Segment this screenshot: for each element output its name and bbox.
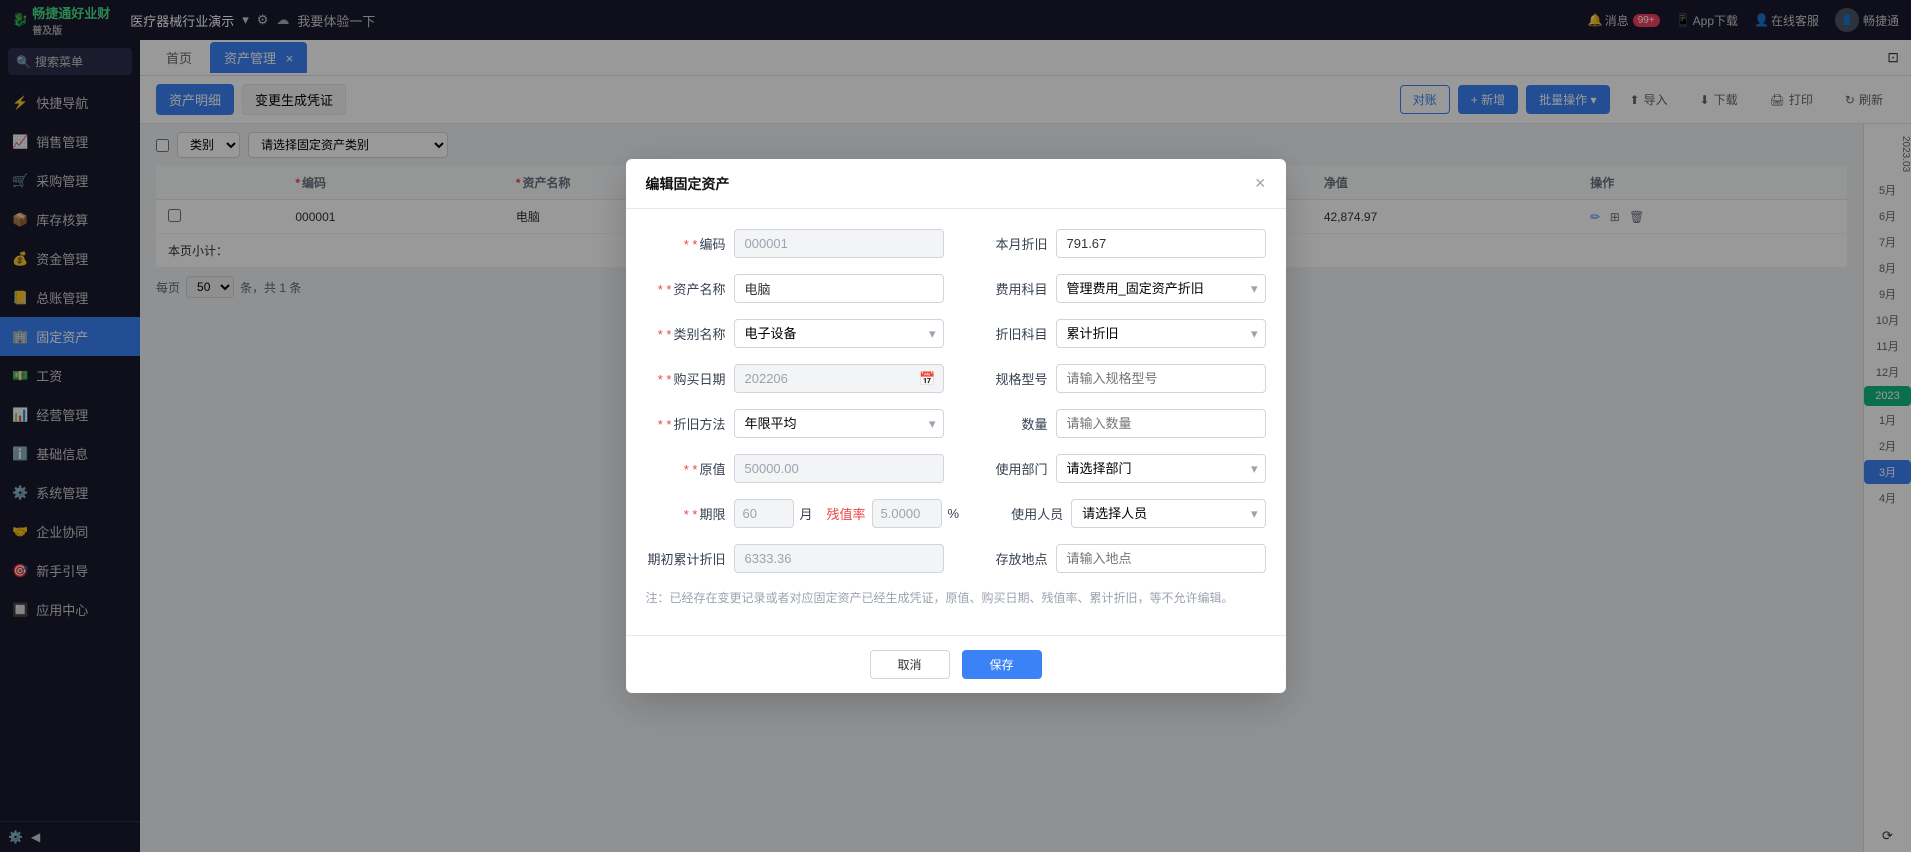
modal-overlay: 编辑固定资产 × *编码 document.querySelector('[da… — [0, 0, 1911, 852]
form-group-period: *期限 月 残值率 % — [646, 499, 960, 528]
location-label: 存放地点 — [968, 549, 1048, 568]
person-wrap: 请选择人员 — [1071, 499, 1265, 528]
asset-name-label: *资产名称 — [646, 279, 726, 298]
category-select[interactable]: 电子设备 — [734, 319, 944, 348]
save-button[interactable]: 保存 — [962, 650, 1042, 679]
form-group-original-value: *原值 — [646, 454, 944, 483]
department-label: 使用部门 — [968, 459, 1048, 478]
form-group-asset-name: *资产名称 — [646, 274, 944, 303]
form-row-3: *类别名称 电子设备 折旧科目 累计折旧 — [646, 319, 1266, 348]
purchase-date-wrap: 📅 — [734, 364, 944, 393]
purchase-date-input[interactable] — [734, 364, 944, 393]
purchase-date-label: *购买日期 — [646, 369, 726, 388]
form-group-person: 使用人员 请选择人员 — [983, 499, 1265, 528]
form-group-initial-depr: 期初累计折旧 — [646, 544, 944, 573]
initial-depr-label: 期初累计折旧 — [646, 549, 726, 568]
form-group-depr-method: *折旧方法 年限平均 — [646, 409, 944, 438]
period-inline: 月 残值率 % — [734, 499, 960, 528]
form-row-5: *折旧方法 年限平均 数量 — [646, 409, 1266, 438]
quantity-label: 数量 — [968, 414, 1048, 433]
depr-account-wrap: 累计折旧 — [1056, 319, 1266, 348]
period-label: *期限 — [646, 504, 726, 523]
modal-header: 编辑固定资产 × — [626, 159, 1286, 209]
initial-depr-input[interactable] — [734, 544, 944, 573]
person-label: 使用人员 — [983, 504, 1063, 523]
location-input[interactable] — [1056, 544, 1266, 573]
form-row-7: *期限 月 残值率 % 使用人员 请选择人员 — [646, 499, 1266, 528]
modal-body: *编码 document.querySelector('[data-name="… — [626, 209, 1286, 635]
depr-method-wrap: 年限平均 — [734, 409, 944, 438]
form-note: 注：已经存在变更记录或者对应固定资产已经生成凭证，原值、购买日期、残值率、累计折… — [646, 589, 1266, 615]
department-select[interactable]: 请选择部门 — [1056, 454, 1266, 483]
spec-label: 规格型号 — [968, 369, 1048, 388]
residual-label: 残值率 — [827, 504, 866, 523]
form-row-4: *购买日期 📅 规格型号 — [646, 364, 1266, 393]
depr-method-label: *折旧方法 — [646, 414, 726, 433]
period-unit: 月 — [800, 504, 813, 523]
form-row-1: *编码 document.querySelector('[data-name="… — [646, 229, 1266, 258]
monthly-depr-input[interactable] — [1056, 229, 1266, 258]
residual-input[interactable] — [872, 499, 942, 528]
asset-name-input[interactable] — [734, 274, 944, 303]
form-row-2: *资产名称 费用科目 管理费用_固定资产折旧 — [646, 274, 1266, 303]
form-group-code: *编码 document.querySelector('[data-name="… — [646, 229, 944, 258]
depr-method-select[interactable]: 年限平均 — [734, 409, 944, 438]
form-group-category: *类别名称 电子设备 — [646, 319, 944, 348]
form-group-purchase-date: *购买日期 📅 — [646, 364, 944, 393]
expense-account-label: 费用科目 — [968, 279, 1048, 298]
form-row-6: *原值 使用部门 请选择部门 — [646, 454, 1266, 483]
code-label: *编码 — [646, 234, 726, 253]
spec-input[interactable] — [1056, 364, 1266, 393]
person-select[interactable]: 请选择人员 — [1071, 499, 1265, 528]
form-group-monthly-depr: 本月折旧 — [968, 229, 1266, 258]
original-value-input[interactable] — [734, 454, 944, 483]
calendar-icon[interactable]: 📅 — [919, 371, 935, 387]
edit-asset-modal: 编辑固定资产 × *编码 document.querySelector('[da… — [626, 159, 1286, 693]
expense-account-select[interactable]: 管理费用_固定资产折旧 — [1056, 274, 1266, 303]
depr-account-select[interactable]: 累计折旧 — [1056, 319, 1266, 348]
code-input[interactable] — [734, 229, 944, 258]
depr-account-label: 折旧科目 — [968, 324, 1048, 343]
form-group-location: 存放地点 — [968, 544, 1266, 573]
monthly-depr-label: 本月折旧 — [968, 234, 1048, 253]
cancel-button[interactable]: 取消 — [870, 650, 950, 679]
quantity-input[interactable] — [1056, 409, 1266, 438]
original-value-label: *原值 — [646, 459, 726, 478]
period-input[interactable] — [734, 499, 794, 528]
form-group-department: 使用部门 请选择部门 — [968, 454, 1266, 483]
category-label: *类别名称 — [646, 324, 726, 343]
category-wrap: 电子设备 — [734, 319, 944, 348]
residual-unit: % — [948, 506, 960, 521]
department-wrap: 请选择部门 — [1056, 454, 1266, 483]
form-group-expense-account: 费用科目 管理费用_固定资产折旧 — [968, 274, 1266, 303]
form-group-quantity: 数量 — [968, 409, 1266, 438]
form-row-8: 期初累计折旧 存放地点 — [646, 544, 1266, 573]
modal-footer: 取消 保存 — [626, 635, 1286, 693]
form-group-spec: 规格型号 — [968, 364, 1266, 393]
modal-close-btn[interactable]: × — [1255, 173, 1266, 194]
expense-account-wrap: 管理费用_固定资产折旧 — [1056, 274, 1266, 303]
form-group-depr-account: 折旧科目 累计折旧 — [968, 319, 1266, 348]
modal-title: 编辑固定资产 — [646, 174, 730, 194]
